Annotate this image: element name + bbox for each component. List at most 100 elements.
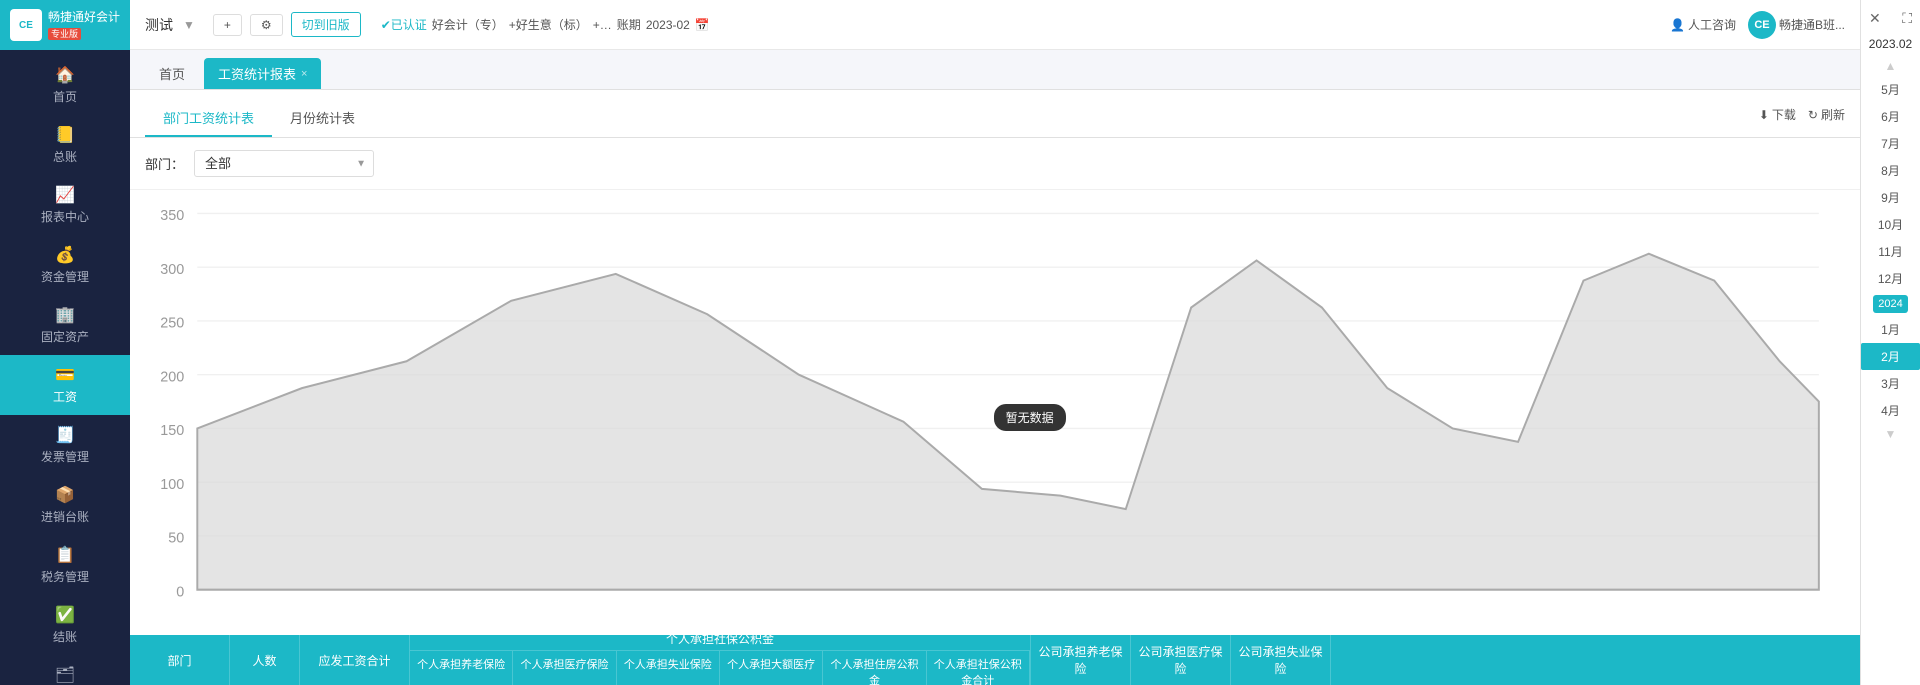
edition-badge: 专业版: [48, 28, 81, 40]
sidebar-item-label: 报表中心: [41, 208, 89, 225]
tab-close-icon[interactable]: ×: [301, 68, 307, 80]
help-button[interactable]: 👤 人工咨询: [1670, 16, 1736, 33]
report-icon: 📈: [55, 185, 75, 205]
sidebar-item-sales[interactable]: 📦 进销台账: [0, 475, 130, 535]
sidebar-item-label: 发票管理: [41, 448, 89, 465]
svg-text:0: 0: [176, 584, 184, 600]
sidebar-item-salary[interactable]: 💳 工资: [0, 355, 130, 415]
refresh-button[interactable]: ↻ 刷新: [1808, 106, 1845, 123]
home-icon: 🏠: [55, 65, 75, 85]
expand-panel-icon[interactable]: ⛶: [1902, 10, 1912, 27]
sidebar-item-home[interactable]: 🏠 首页: [0, 55, 130, 115]
ledger-icon: 📒: [55, 125, 75, 145]
download-button[interactable]: ⬇ 下载: [1759, 106, 1796, 123]
sidebar-item-invoice[interactable]: 🧾 发票管理: [0, 415, 130, 475]
col-pension-company: 公司承担养老保险: [1031, 635, 1131, 685]
right-panel: ✕ ⛶ 2023.02 ▲ 5月 6月 7月 8月 9月 10月 11月 12月…: [1860, 0, 1920, 685]
dept-select[interactable]: 全部 部门1 部门2: [194, 150, 374, 177]
month-12[interactable]: 12月: [1861, 265, 1920, 292]
sidebar-item-label: 资金管理: [41, 268, 89, 285]
calendar-icon[interactable]: 📅: [695, 18, 710, 32]
tab-home[interactable]: 首页: [145, 58, 199, 89]
subtab-dept[interactable]: 部门工资统计表: [145, 100, 272, 137]
filter-bar: 部门： 全部 部门1 部门2: [130, 138, 1860, 190]
svg-text:200: 200: [160, 369, 184, 385]
verified-tag: ✔已认证: [381, 16, 427, 33]
sidebar-item-archive[interactable]: 🗂 归档管理: [0, 655, 130, 685]
subtab-month[interactable]: 月份统计表: [272, 100, 373, 137]
topbar-actions: + ⚙ 切到旧版: [213, 12, 361, 37]
sidebar-item-label: 固定资产: [41, 328, 89, 345]
archive-icon: 🗂: [55, 665, 75, 685]
sidebar-item-tax[interactable]: 📋 税务管理: [0, 535, 130, 595]
main-area: 测试 ▼ + ⚙ 切到旧版 ✔已认证 好会计（专） +好生意（标） +… 账期 …: [130, 0, 1860, 685]
switch-old-version-button[interactable]: 切到旧版: [291, 12, 361, 37]
more-tag: +…: [593, 18, 612, 32]
sidebar-item-label: 结账: [53, 628, 77, 645]
subtab-bar: 部门工资统计表 月份统计表 ⬇ 下载 ↻ 刷新: [130, 90, 1860, 138]
month-8[interactable]: 8月: [1861, 157, 1920, 184]
subtabs: 部门工资统计表 月份统计表: [145, 100, 373, 137]
settle-icon: ✅: [55, 605, 75, 625]
sidebar-nav: 🏠 首页 📒 总账 📈 报表中心 💰 资金管理 🏢 固定资产 💳 工资 🧾 发票…: [0, 50, 130, 685]
right-panel-controls: ✕ ⛶: [1861, 5, 1920, 32]
topbar-dropdown-icon[interactable]: ▼: [183, 18, 195, 32]
month-11[interactable]: 11月: [1861, 238, 1920, 265]
sales-icon: 📦: [55, 485, 75, 505]
sidebar-item-label: 税务管理: [41, 568, 89, 585]
col-pension-personal: 个人承担养老保险: [410, 651, 513, 685]
sidebar: CE 畅捷通好会计 专业版 🏠 首页 📒 总账 📈 报表中心 💰 资金管理 🏢 …: [0, 0, 130, 685]
sidebar-item-fund[interactable]: 💰 资金管理: [0, 235, 130, 295]
tax-icon: 📋: [55, 545, 75, 565]
topbar-tags: ✔已认证 好会计（专） +好生意（标） +… 账期 2023-02 📅: [381, 16, 710, 33]
assets-icon: 🏢: [55, 305, 75, 325]
svg-text:350: 350: [160, 208, 184, 224]
group-personal-insurance: 个人承担社保公积金 个人承担养老保险 个人承担医疗保险 个人承担失业保险 个人承…: [410, 635, 1031, 685]
year-2024-badge[interactable]: 2024: [1873, 295, 1907, 313]
month-5[interactable]: 5月: [1861, 76, 1920, 103]
sidebar-item-assets[interactable]: 🏢 固定资产: [0, 295, 130, 355]
group-title: 个人承担社保公积金: [410, 635, 1030, 651]
month-4-2024[interactable]: 4月: [1861, 397, 1920, 424]
logo-icon: CE: [10, 9, 42, 41]
settings-gear-button[interactable]: ⚙: [250, 14, 283, 36]
col-medical-company: 公司承担医疗保险: [1131, 635, 1231, 685]
svg-text:150: 150: [160, 423, 184, 439]
add-button[interactable]: +: [213, 14, 242, 36]
col-insurance-total-personal: 个人承担社保公积金合计: [927, 651, 1030, 685]
col-medical-personal: 个人承担医疗保险: [513, 651, 616, 685]
scroll-down-arrow[interactable]: ▼: [1885, 424, 1897, 444]
salary-icon: 💳: [55, 365, 75, 385]
invoice-icon: 🧾: [55, 425, 75, 445]
sidebar-item-label: 总账: [53, 148, 77, 165]
tab-salary-report[interactable]: 工资统计报表 ×: [204, 58, 321, 89]
avatar: CE: [1748, 11, 1776, 39]
month-9[interactable]: 9月: [1861, 184, 1920, 211]
month-3-2024[interactable]: 3月: [1861, 370, 1920, 397]
close-panel-icon[interactable]: ✕: [1869, 10, 1881, 27]
col-count: 人数: [230, 635, 300, 685]
topbar-right: 👤 人工咨询 CE 畅捷通B班...: [1670, 11, 1845, 39]
sidebar-item-label: 首页: [53, 88, 77, 105]
month-2-2024[interactable]: 2月: [1861, 343, 1920, 370]
refresh-icon: ↻: [1808, 108, 1818, 122]
sidebar-item-label: 进销台账: [41, 508, 89, 525]
month-6[interactable]: 6月: [1861, 103, 1920, 130]
svg-text:250: 250: [160, 315, 184, 331]
sidebar-item-settle[interactable]: ✅ 结账: [0, 595, 130, 655]
user-button[interactable]: CE 畅捷通B班...: [1748, 11, 1845, 39]
col-total-salary: 应发工资合计: [300, 635, 410, 685]
dept-label: 部门：: [145, 154, 184, 173]
dept-select-wrap[interactable]: 全部 部门1 部门2: [194, 150, 374, 177]
sidebar-item-ledger[interactable]: 📒 总账: [0, 115, 130, 175]
chart-area: 350 300 250 200 150 100 50 0: [130, 190, 1860, 635]
scroll-up-arrow[interactable]: ▲: [1885, 56, 1897, 76]
month-7[interactable]: 7月: [1861, 130, 1920, 157]
table-header-row: 部门 人数 应发工资合计 个人承担社保公积金 个人承担养老保险 个人承担医疗保险: [130, 635, 1860, 685]
topbar: 测试 ▼ + ⚙ 切到旧版 ✔已认证 好会计（专） +好生意（标） +… 账期 …: [130, 0, 1860, 50]
month-10[interactable]: 10月: [1861, 211, 1920, 238]
good-business-tag: +好生意（标）: [509, 16, 588, 33]
content-area: 部门工资统计表 月份统计表 ⬇ 下载 ↻ 刷新 部门：: [130, 90, 1860, 685]
month-1-2024[interactable]: 1月: [1861, 316, 1920, 343]
sidebar-item-report[interactable]: 📈 报表中心: [0, 175, 130, 235]
